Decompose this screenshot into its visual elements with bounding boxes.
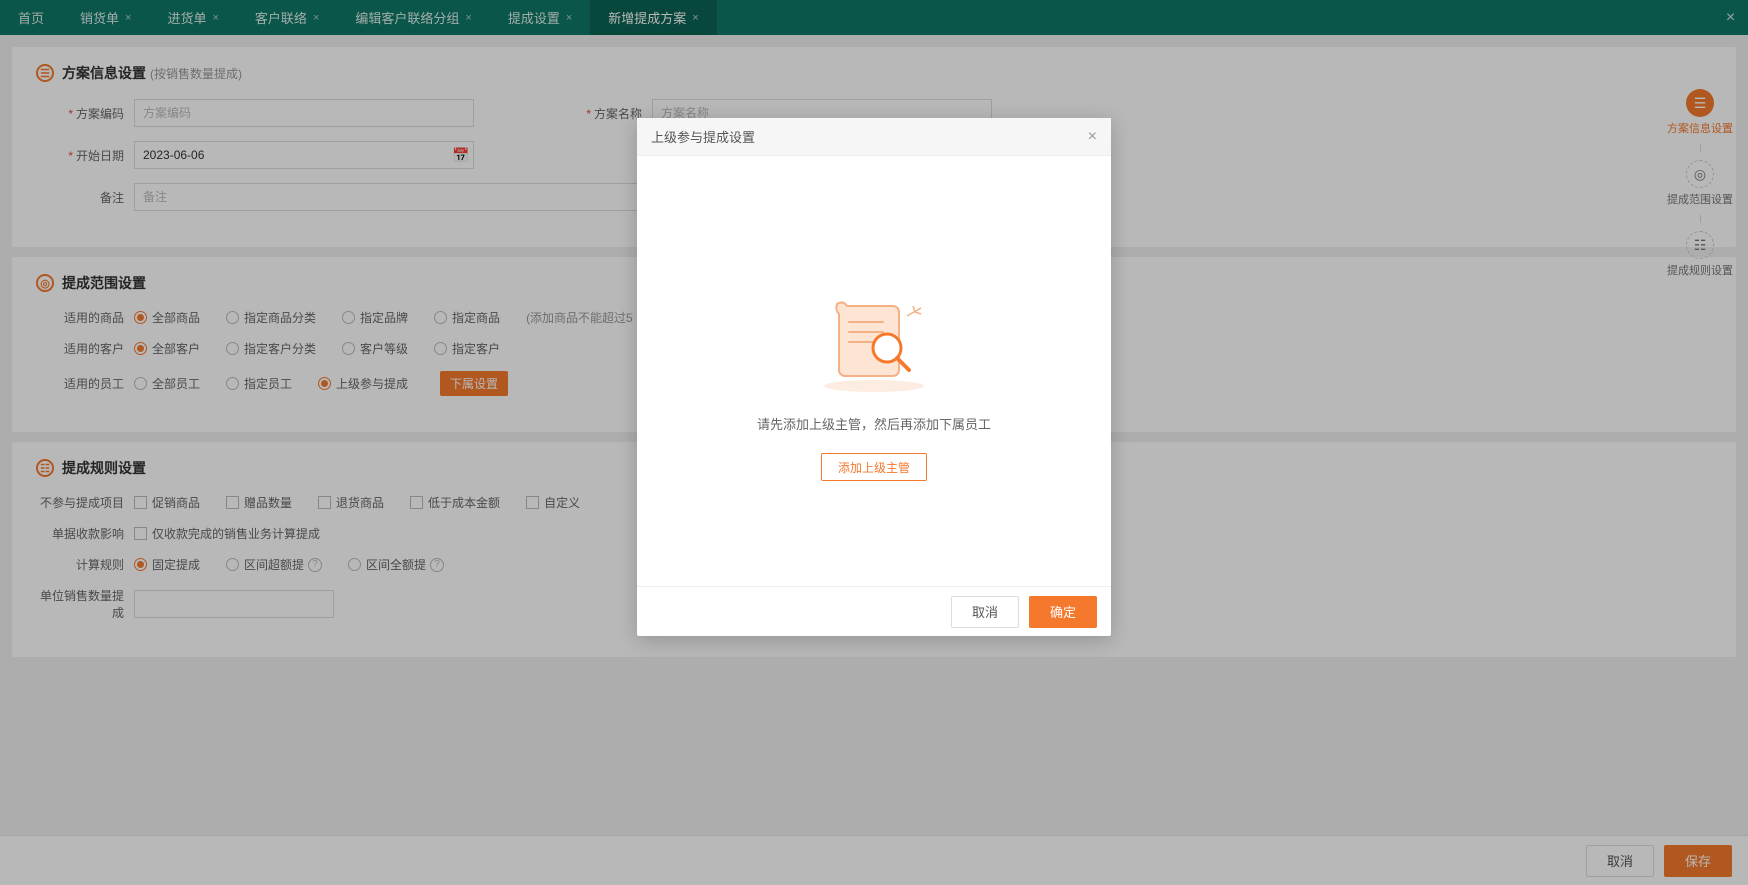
modal-close-icon[interactable]: × bbox=[1088, 128, 1097, 146]
superior-commission-modal: 上级参与提成设置 × 请先添加上级主管，然后再添加下属员工 添加上级主管 取消 … bbox=[637, 118, 1111, 636]
add-superior-button[interactable]: 添加上级主管 bbox=[821, 453, 927, 481]
modal-overlay: 上级参与提成设置 × 请先添加上级主管，然后再添加下属员工 添加上级主管 取消 … bbox=[0, 0, 1748, 885]
empty-state-icon bbox=[809, 286, 939, 396]
modal-header: 上级参与提成设置 × bbox=[637, 118, 1111, 156]
modal-ok-button[interactable]: 确定 bbox=[1029, 596, 1097, 628]
modal-title: 上级参与提成设置 bbox=[651, 127, 755, 146]
modal-body: 请先添加上级主管，然后再添加下属员工 添加上级主管 bbox=[637, 156, 1111, 586]
modal-footer: 取消 确定 bbox=[637, 586, 1111, 636]
empty-state-text: 请先添加上级主管，然后再添加下属员工 bbox=[757, 414, 991, 433]
modal-cancel-button[interactable]: 取消 bbox=[951, 596, 1019, 628]
